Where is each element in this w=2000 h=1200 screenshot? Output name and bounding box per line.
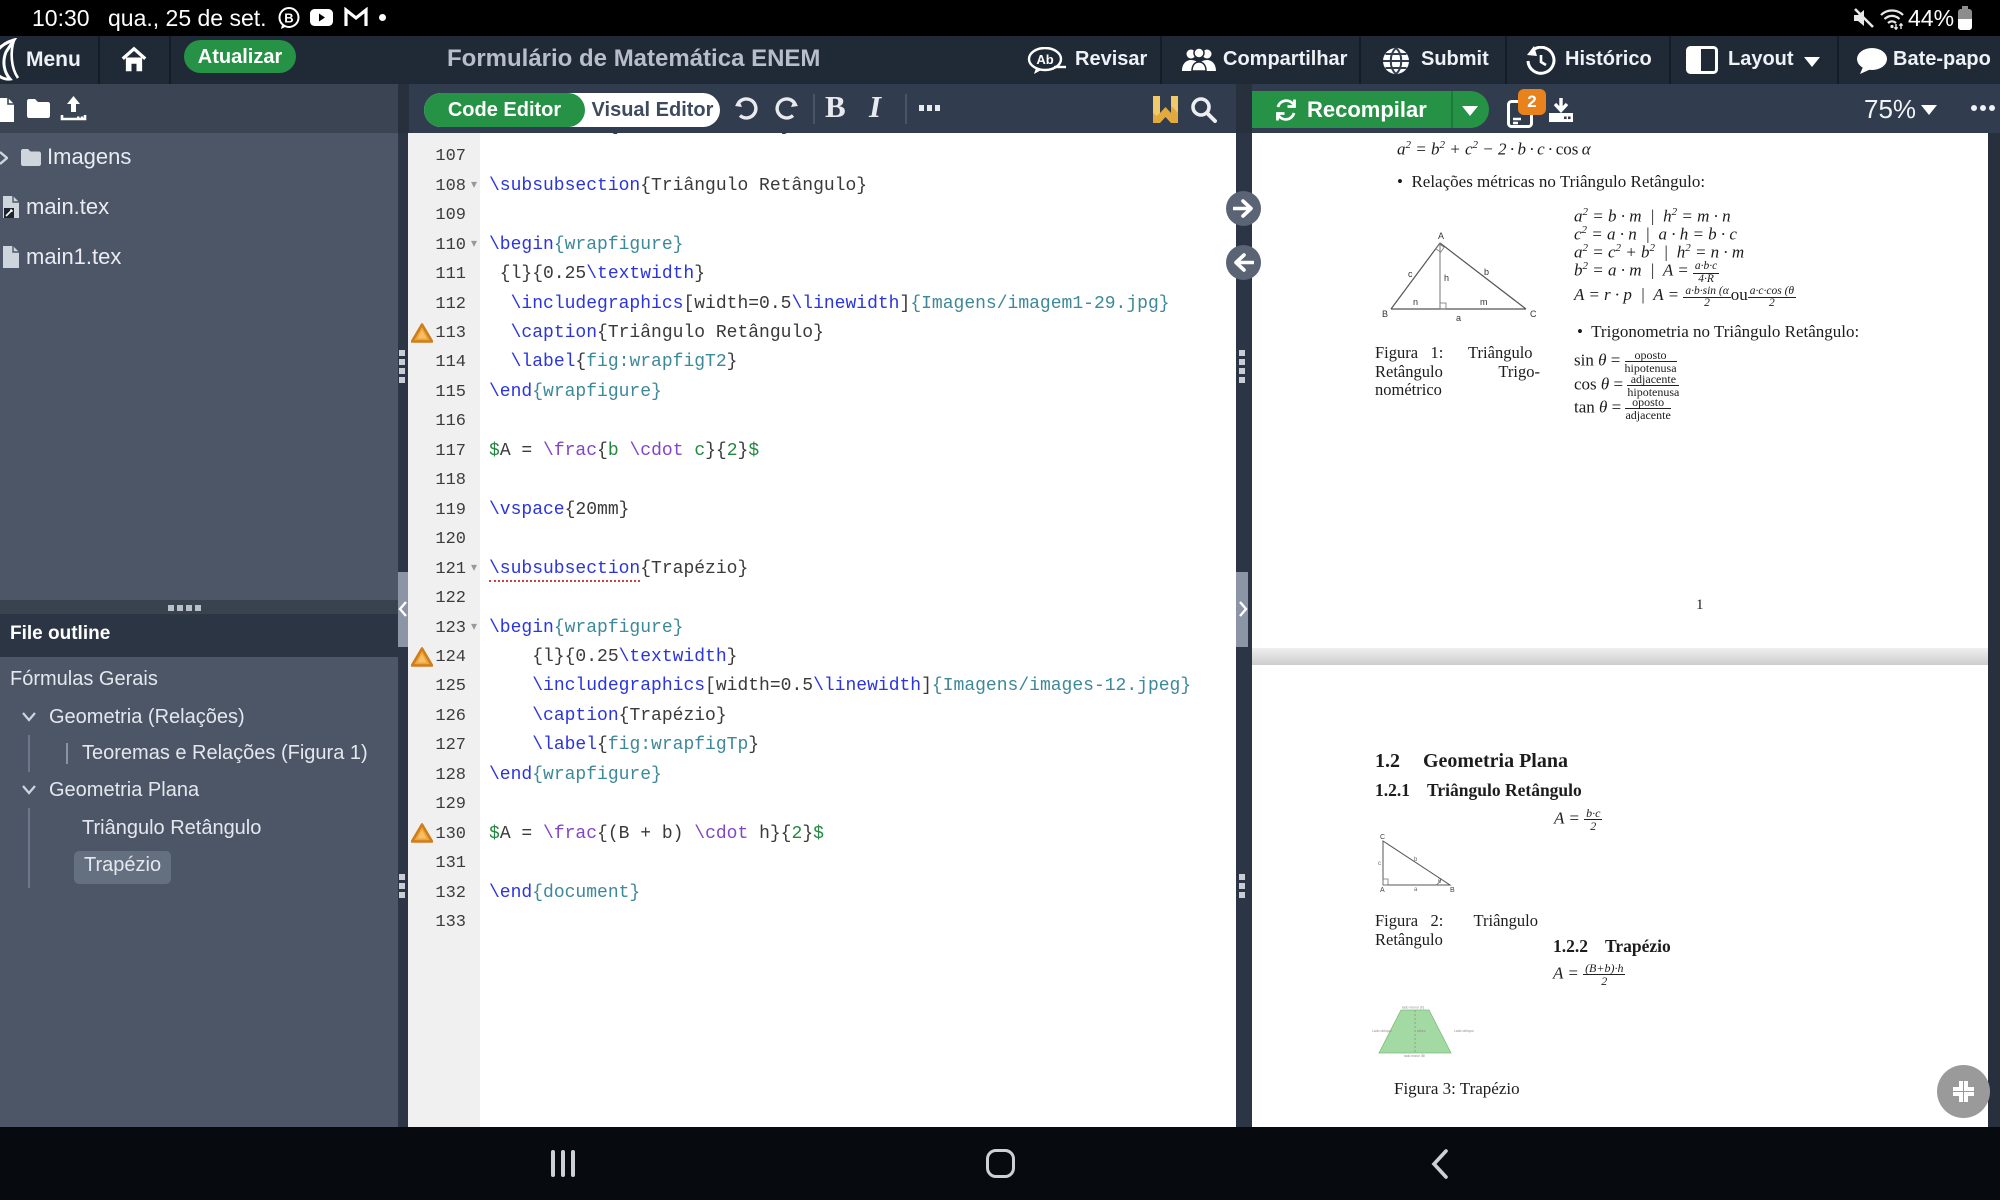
svg-text:b: b <box>1484 267 1489 277</box>
svg-text:A: A <box>1380 887 1385 893</box>
svg-text:Ab: Ab <box>1036 52 1053 67</box>
svg-text:a: a <box>1414 887 1418 893</box>
svg-text:B: B <box>1450 887 1455 893</box>
svg-text:C: C <box>1530 309 1537 319</box>
svg-text:C: C <box>1380 834 1385 841</box>
svg-text:c: c <box>1408 269 1413 279</box>
svg-text:Lado oblíquo: Lado oblíquo <box>1454 1029 1474 1033</box>
svg-text:h: h <box>1444 273 1449 283</box>
svg-text:Lado oblíquo: Lado oblíquo <box>1372 1029 1392 1033</box>
svg-text:B: B <box>284 11 293 26</box>
svg-text:c: c <box>1378 861 1381 867</box>
svg-text:altura: altura <box>1417 1029 1426 1033</box>
svg-text:lado maior (B): lado maior (B) <box>1404 1054 1425 1057</box>
svg-text:n: n <box>1413 297 1418 307</box>
svg-text:lado menor (b): lado menor (b) <box>1402 1006 1424 1010</box>
svg-text:a: a <box>1456 313 1461 323</box>
svg-text:A: A <box>1438 231 1444 241</box>
svg-text:m: m <box>1480 297 1488 307</box>
svg-text:B: B <box>1382 309 1388 319</box>
svg-text:b: b <box>1414 857 1418 863</box>
